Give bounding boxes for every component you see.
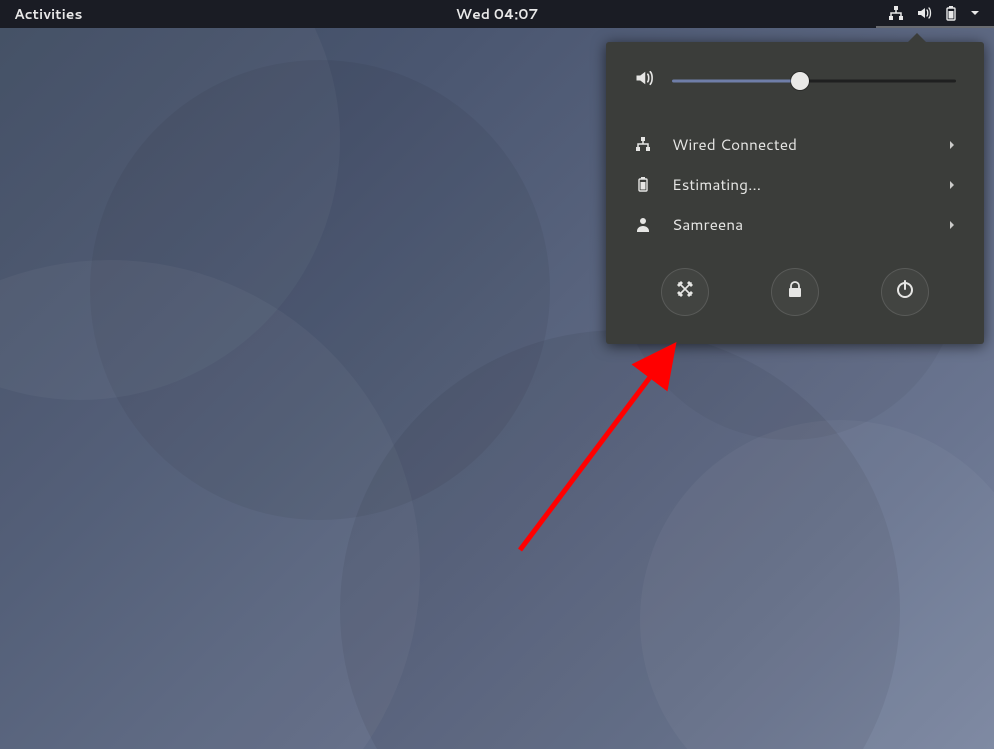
network-menu-label: Wired Connected xyxy=(672,133,928,155)
user-icon xyxy=(634,216,652,232)
lock-icon xyxy=(786,280,804,304)
network-wired-icon xyxy=(634,136,652,152)
volume-icon xyxy=(916,5,932,21)
chevron-right-icon xyxy=(948,173,956,195)
system-menu-list: Wired Connected Estimating… Samreena xyxy=(606,116,984,254)
user-menu-item[interactable]: Samreena xyxy=(606,204,984,244)
lock-button[interactable] xyxy=(771,268,819,316)
power-button[interactable] xyxy=(881,268,929,316)
power-icon xyxy=(895,279,915,305)
activities-button[interactable]: Activities xyxy=(0,0,96,28)
system-menu-popover: Wired Connected Estimating… Samreena xyxy=(606,42,984,344)
user-menu-label: Samreena xyxy=(672,213,928,235)
battery-menu-label: Estimating… xyxy=(672,173,928,195)
battery-icon xyxy=(944,5,958,21)
chevron-right-icon xyxy=(948,213,956,235)
volume-icon xyxy=(634,68,654,94)
action-row xyxy=(606,254,984,336)
chevron-right-icon xyxy=(948,133,956,155)
volume-slider[interactable] xyxy=(672,73,956,89)
top-bar: Activities Wed 04:07 xyxy=(0,0,994,28)
chevron-down-icon xyxy=(970,8,980,18)
clock[interactable]: Wed 04:07 xyxy=(456,0,539,28)
network-wired-icon xyxy=(888,5,904,21)
battery-menu-item[interactable]: Estimating… xyxy=(606,164,984,204)
battery-icon xyxy=(634,176,652,192)
settings-button[interactable] xyxy=(661,268,709,316)
settings-icon xyxy=(675,279,695,305)
volume-row xyxy=(606,42,984,116)
network-menu-item[interactable]: Wired Connected xyxy=(606,124,984,164)
system-tray[interactable] xyxy=(876,0,994,28)
